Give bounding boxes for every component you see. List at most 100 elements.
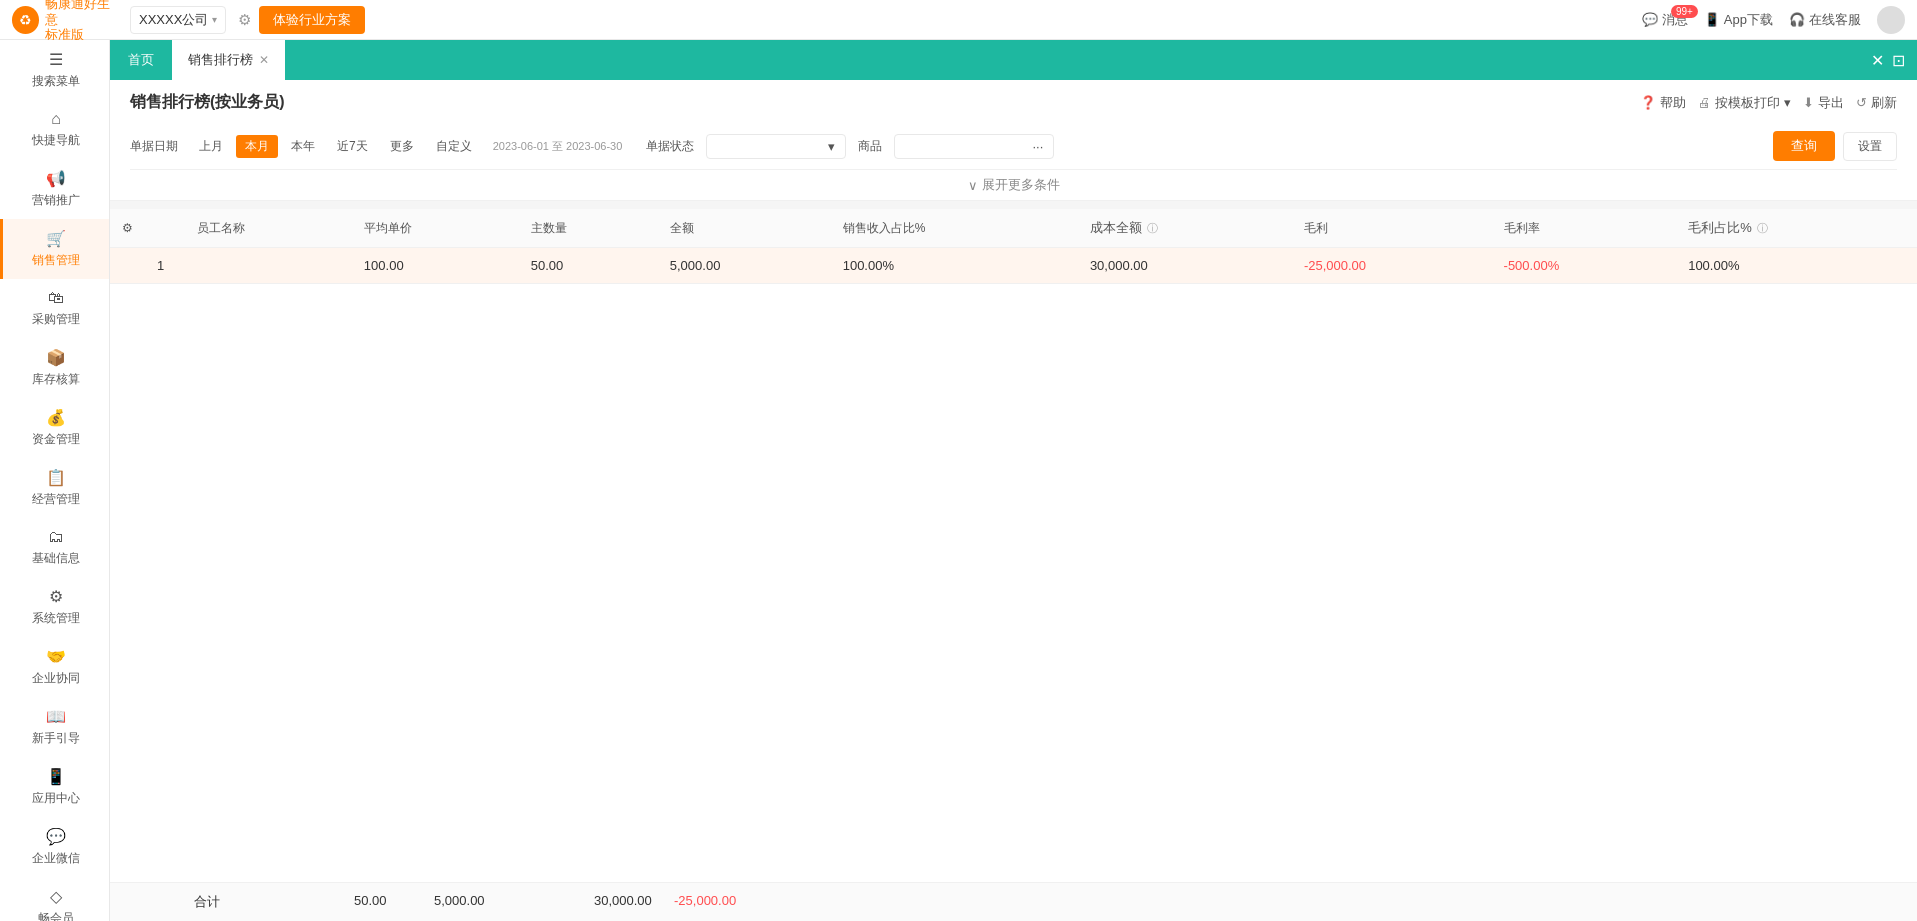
handshake-icon: 🤝 bbox=[46, 647, 66, 666]
date-tab-this-year[interactable]: 本年 bbox=[282, 135, 324, 158]
col-cost-amount: 成本全额 ⓘ bbox=[1078, 209, 1292, 248]
date-tab-last-month[interactable]: 上月 bbox=[190, 135, 232, 158]
date-tab-this-month[interactable]: 本月 bbox=[236, 135, 278, 158]
refresh-button[interactable]: ↺ 刷新 bbox=[1856, 94, 1897, 112]
status-chevron-icon: ▾ bbox=[828, 139, 835, 154]
help-icon: ❓ bbox=[1640, 95, 1656, 110]
sidebar-item-appcenter[interactable]: 📱 应用中心 bbox=[0, 757, 109, 817]
tab-home[interactable]: 首页 bbox=[110, 40, 172, 80]
sidebar-item-system[interactable]: ⚙ 系统管理 bbox=[0, 577, 109, 637]
cell-rank: 1 bbox=[145, 248, 185, 284]
footer-gross: -25,000.00 bbox=[674, 893, 736, 908]
page-title: 销售排行榜(按业务员) bbox=[130, 92, 285, 113]
sidebar-item-purchase[interactable]: 🛍 采购管理 bbox=[0, 279, 109, 338]
chevron-down-icon: ▾ bbox=[212, 14, 217, 25]
date-tab-more[interactable]: 更多 bbox=[381, 135, 423, 158]
date-filter-label: 单据日期 bbox=[130, 138, 178, 155]
sidebar-item-guide[interactable]: 📖 新手引导 bbox=[0, 697, 109, 757]
logo-icon: ♻ bbox=[12, 6, 39, 34]
col-settings[interactable]: ⚙ bbox=[110, 209, 145, 248]
topbar: ♻ 畅康通好生意 标准版 XXXXX公司 ▾ ⚙ 体验行业方案 💬 消息 99+… bbox=[0, 0, 1917, 40]
col-gross-pct: 毛利占比% ⓘ bbox=[1676, 209, 1917, 248]
table-row: 1100.0050.005,000.00100.00%30,000.00-25,… bbox=[110, 248, 1917, 284]
date-tab-7days[interactable]: 近7天 bbox=[328, 135, 377, 158]
setting-button[interactable]: 设置 bbox=[1843, 132, 1897, 161]
logo: ♻ 畅康通好生意 标准版 bbox=[12, 0, 122, 43]
data-table: ⚙ 员工名称 平均单价 主数量 全额 销售收入占比% 成本全额 ⓘ 毛利 bbox=[110, 209, 1917, 284]
sidebar-item-wechat[interactable]: 💬 企业微信 bbox=[0, 817, 109, 877]
template-print-button[interactable]: 🖨 按模板打印 ▾ bbox=[1698, 94, 1791, 112]
sidebar-item-sales[interactable]: 🛒 销售管理 bbox=[0, 219, 109, 279]
message-button[interactable]: 💬 消息 99+ bbox=[1642, 11, 1688, 29]
col-employee-name: 员工名称 bbox=[185, 209, 352, 248]
date-range-display: 2023-06-01 至 2023-06-30 bbox=[493, 139, 623, 154]
page-header: 销售排行榜(按业务员) ❓ 帮助 🖨 按模板打印 ▾ ⬇ bbox=[110, 80, 1917, 201]
tab-close-icon[interactable]: ✕ bbox=[259, 53, 269, 67]
wechat-icon: 💬 bbox=[46, 827, 66, 846]
message-icon: 💬 bbox=[1642, 12, 1658, 27]
sidebar-item-operations[interactable]: 📋 经营管理 bbox=[0, 458, 109, 518]
print-icon: 🖨 bbox=[1698, 95, 1711, 110]
phone-icon: 📱 bbox=[1704, 12, 1720, 27]
sidebar-item-search-order[interactable]: ☰ 搜索菜单 bbox=[0, 40, 109, 100]
trial-button[interactable]: 体验行业方案 bbox=[259, 6, 365, 34]
table-header-row: ⚙ 员工名称 平均单价 主数量 全额 销售收入占比% 成本全额 ⓘ 毛利 bbox=[110, 209, 1917, 248]
folder-icon: 🗂 bbox=[48, 528, 64, 546]
help-button[interactable]: ❓ 帮助 bbox=[1640, 94, 1686, 112]
logo-text: 畅康通好生意 标准版 bbox=[45, 0, 122, 43]
message-badge: 99+ bbox=[1671, 5, 1698, 18]
col-gross: 毛利 bbox=[1292, 209, 1492, 248]
cell-gross: -25,000.00 bbox=[1292, 248, 1492, 284]
topbar-right: 💬 消息 99+ 📱 App下载 🎧 在线客服 bbox=[1642, 6, 1905, 34]
chevron-down-icon: ∨ bbox=[968, 178, 978, 193]
footer-main-qty: 50.00 bbox=[354, 893, 387, 908]
col-amount: 全额 bbox=[658, 209, 831, 248]
goods-filter-input[interactable]: ··· bbox=[894, 134, 1054, 159]
headset-icon: 🎧 bbox=[1789, 12, 1805, 27]
sidebar-item-marketing[interactable]: 📢 营销推广 bbox=[0, 159, 109, 219]
gross-pct-info-icon[interactable]: ⓘ bbox=[1757, 222, 1768, 234]
cost-info-icon[interactable]: ⓘ bbox=[1147, 222, 1158, 234]
cell-gross-pct: 100.00% bbox=[1676, 248, 1917, 284]
book-icon: 📖 bbox=[46, 707, 66, 726]
cell-avg-price: 100.00 bbox=[352, 248, 519, 284]
footer-amount: 5,000.00 bbox=[434, 893, 485, 908]
main-layout: ☰ 搜索菜单 ⌂ 快捷导航 📢 营销推广 🛒 销售管理 🛍 采购管理 📦 库存核… bbox=[0, 40, 1917, 921]
export-button[interactable]: ⬇ 导出 bbox=[1803, 94, 1844, 112]
goods-filter-label: 商品 bbox=[858, 138, 882, 155]
tab-bar: 首页 销售排行榜 ✕ ✕ ⊡ bbox=[110, 40, 1917, 80]
company-selector[interactable]: XXXXX公司 ▾ bbox=[130, 6, 226, 34]
sidebar-item-enterprise[interactable]: 🤝 企业协同 bbox=[0, 637, 109, 697]
cell-amount: 5,000.00 bbox=[658, 248, 831, 284]
tab-minimize-icon[interactable]: ✕ bbox=[1871, 51, 1884, 70]
col-rank bbox=[145, 209, 185, 248]
cell-main-qty: 50.00 bbox=[519, 248, 658, 284]
expand-conditions-button[interactable]: ∨ 展开更多条件 bbox=[130, 169, 1897, 200]
sidebar-item-quick-nav[interactable]: ⌂ 快捷导航 bbox=[0, 100, 109, 159]
sidebar-item-inventory[interactable]: 📦 库存核算 bbox=[0, 338, 109, 398]
table-footer: 合计 50.00 5,000.00 30,000.00 -25,000.00 bbox=[110, 882, 1917, 921]
status-filter-select[interactable]: ▾ bbox=[706, 134, 846, 159]
col-main-qty: 主数量 bbox=[519, 209, 658, 248]
cell-settings bbox=[110, 248, 145, 284]
sidebar-item-basicinfo[interactable]: 🗂 基础信息 bbox=[0, 518, 109, 577]
sidebar-item-finance[interactable]: 💰 资金管理 bbox=[0, 398, 109, 458]
goods-more-icon: ··· bbox=[1033, 139, 1044, 154]
search-icon: ☰ bbox=[49, 50, 63, 69]
footer-total-label: 合计 bbox=[194, 894, 220, 909]
cell-cost-amount: 30,000.00 bbox=[1078, 248, 1292, 284]
sidebar-item-member[interactable]: ◇ 畅会员 bbox=[0, 877, 109, 921]
tab-maximize-icon[interactable]: ⊡ bbox=[1892, 51, 1905, 70]
avatar[interactable] bbox=[1877, 6, 1905, 34]
cell-sales-pct: 100.00% bbox=[831, 248, 1078, 284]
app-download-button[interactable]: 📱 App下载 bbox=[1704, 11, 1773, 29]
settings-icon[interactable]: ⚙ bbox=[238, 11, 251, 29]
diamond-icon: ◇ bbox=[50, 887, 62, 906]
online-service-button[interactable]: 🎧 在线客服 bbox=[1789, 11, 1861, 29]
date-tab-custom[interactable]: 自定义 bbox=[427, 135, 481, 158]
cell-name bbox=[185, 248, 352, 284]
query-button[interactable]: 查询 bbox=[1773, 131, 1835, 161]
tab-sales-ranking[interactable]: 销售排行榜 ✕ bbox=[172, 40, 285, 80]
home-icon: ⌂ bbox=[51, 110, 61, 128]
content-area: 首页 销售排行榜 ✕ ✕ ⊡ 销售排行榜(按业务员) ❓ 帮助 bbox=[110, 40, 1917, 921]
